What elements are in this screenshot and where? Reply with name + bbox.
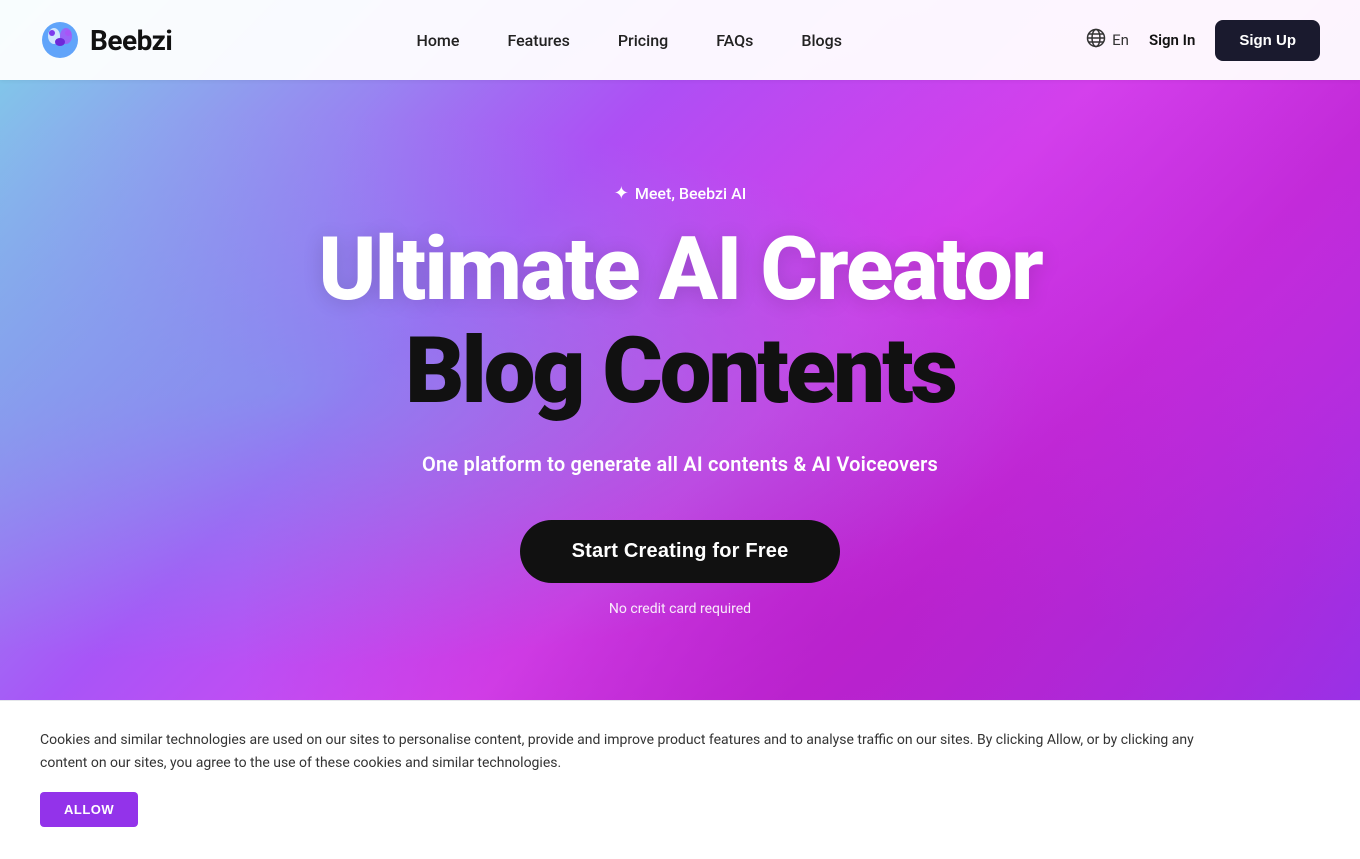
hero-section: ✦ Meet, Beebzi AI Ultimate AI Creator Bl… xyxy=(0,0,1360,780)
logo-icon xyxy=(40,20,80,60)
nav-features[interactable]: Features xyxy=(507,31,569,50)
cookie-banner: Cookies and similar technologies are use… xyxy=(0,700,1360,859)
logo-text: Beebzi xyxy=(90,24,172,57)
signup-button[interactable]: Sign Up xyxy=(1215,20,1320,61)
nav-links: Home Features Pricing FAQs Blogs xyxy=(417,31,842,50)
signin-button[interactable]: Sign In xyxy=(1149,31,1195,49)
globe-icon xyxy=(1086,28,1106,52)
allow-button[interactable]: ALLOW xyxy=(40,792,138,827)
hero-title-line2: Blog Contents xyxy=(405,324,955,421)
logo-link[interactable]: Beebzi xyxy=(40,20,172,60)
badge-text: Meet, Beebzi AI xyxy=(635,184,746,203)
language-selector[interactable]: En xyxy=(1086,28,1129,52)
cta-button[interactable]: Start Creating for Free xyxy=(520,520,841,583)
nav-blogs[interactable]: Blogs xyxy=(801,31,842,50)
hero-subtitle: One platform to generate all AI contents… xyxy=(422,452,938,476)
nav-right: En Sign In Sign Up xyxy=(1086,20,1320,61)
no-credit-card-text: No credit card required xyxy=(609,601,751,617)
hero-title-line1: Ultimate AI Creator xyxy=(318,224,1042,316)
meet-badge: ✦ Meet, Beebzi AI xyxy=(614,183,746,204)
navbar: Beebzi Home Features Pricing FAQs Blogs … xyxy=(0,0,1360,80)
nav-home[interactable]: Home xyxy=(417,31,460,50)
nav-faqs[interactable]: FAQs xyxy=(716,31,753,50)
language-label: En xyxy=(1112,31,1129,49)
sparkle-icon: ✦ xyxy=(614,183,629,204)
cookie-message: Cookies and similar technologies are use… xyxy=(40,729,1240,774)
nav-pricing[interactable]: Pricing xyxy=(618,31,668,50)
